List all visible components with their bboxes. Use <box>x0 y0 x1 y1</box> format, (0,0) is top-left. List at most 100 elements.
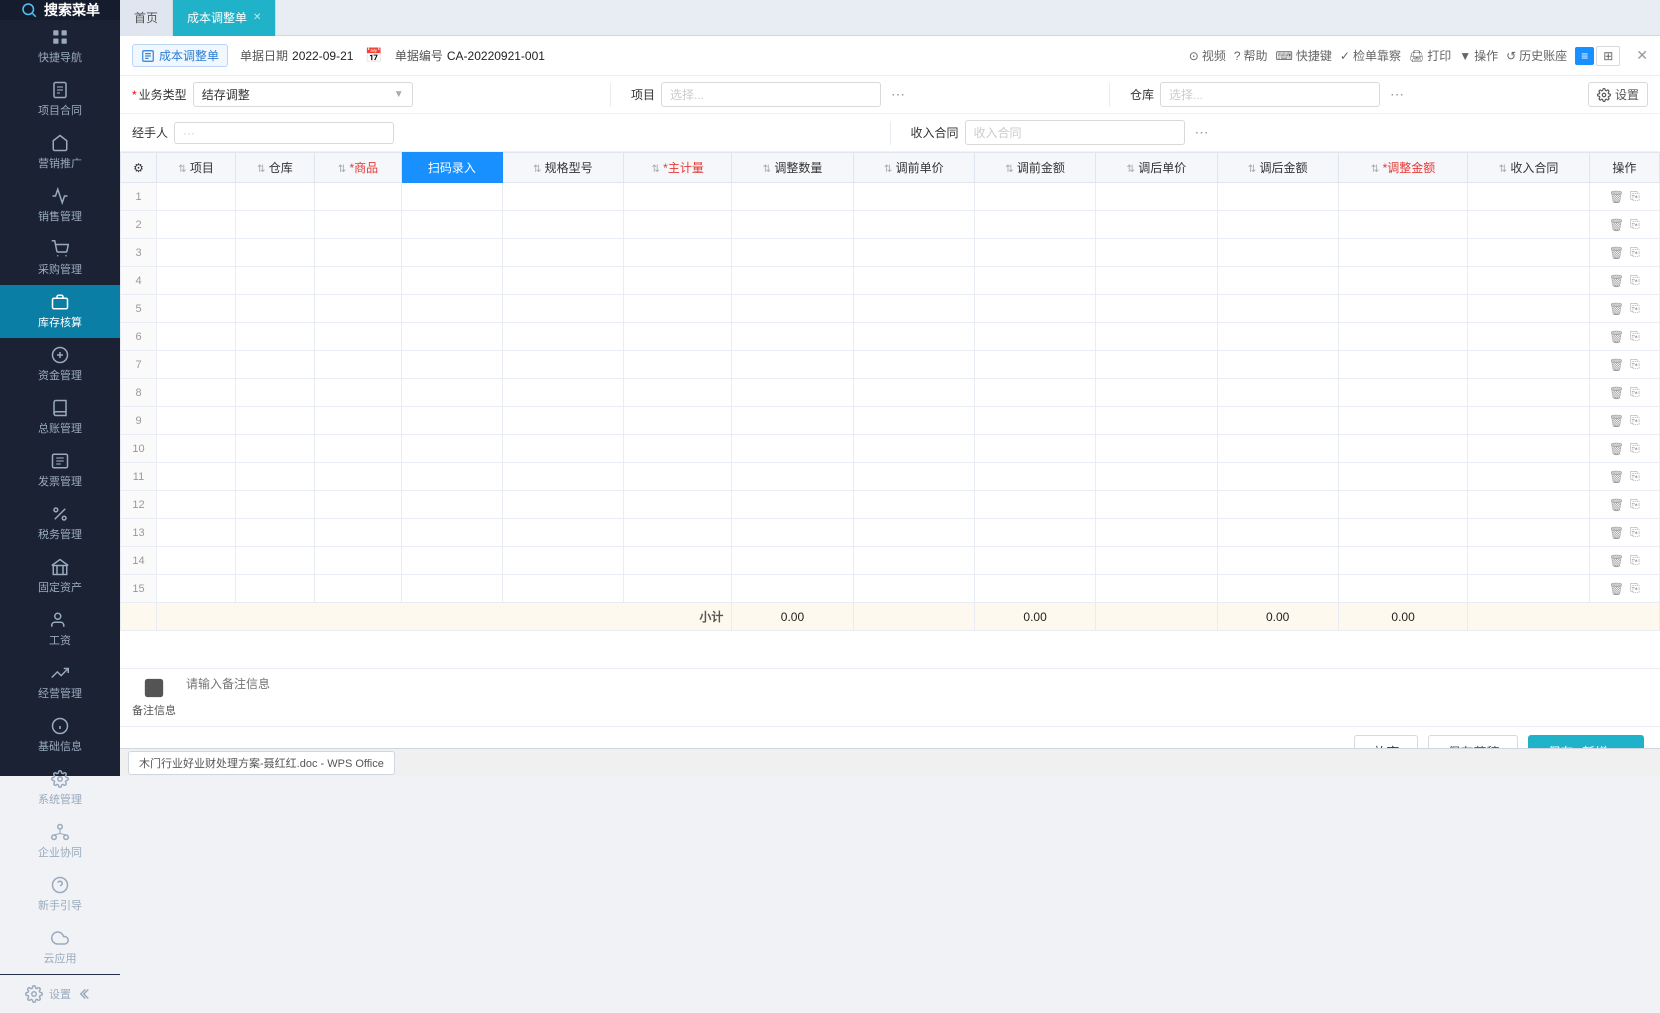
table-cell[interactable] <box>235 575 314 603</box>
table-cell[interactable] <box>732 211 853 239</box>
action-shortcut[interactable]: ⌨ 快捷键 <box>1276 47 1332 64</box>
table-cell[interactable] <box>853 463 974 491</box>
table-cell[interactable] <box>853 183 974 211</box>
table-cell[interactable] <box>402 575 503 603</box>
table-cell[interactable] <box>974 351 1095 379</box>
sidebar-item-project-contract[interactable]: 项目合同 <box>0 73 120 126</box>
table-cell[interactable] <box>402 267 503 295</box>
table-cell[interactable] <box>235 295 314 323</box>
table-cell[interactable] <box>1338 519 1468 547</box>
table-cell[interactable] <box>974 407 1095 435</box>
table-cell[interactable] <box>732 379 853 407</box>
table-cell[interactable] <box>974 323 1095 351</box>
table-cell[interactable] <box>1096 519 1217 547</box>
table-cell[interactable] <box>157 211 236 239</box>
table-cell[interactable] <box>623 183 731 211</box>
wps-taskbar-item[interactable]: 木门行业好业财处理方案-聂红红.doc - WPS Office <box>128 751 395 775</box>
delete-icon[interactable]: 🗑 <box>1609 302 1624 316</box>
table-cell[interactable] <box>157 491 236 519</box>
sidebar-item-operations[interactable]: 经营管理 <box>0 656 120 709</box>
table-cell[interactable] <box>1217 323 1338 351</box>
table-cell[interactable] <box>1096 435 1217 463</box>
copy-icon[interactable]: ⎘ <box>1630 553 1640 568</box>
table-cell[interactable] <box>1096 267 1217 295</box>
delete-icon[interactable]: 🗑 <box>1609 470 1624 484</box>
table-cell[interactable] <box>1468 183 1589 211</box>
table-cell[interactable] <box>502 379 623 407</box>
table-cell[interactable] <box>1096 295 1217 323</box>
table-cell[interactable] <box>502 575 623 603</box>
table-cell[interactable] <box>1338 267 1468 295</box>
copy-icon[interactable]: ⎘ <box>1630 217 1640 232</box>
copy-icon[interactable]: ⎘ <box>1630 273 1640 288</box>
sidebar-item-payroll[interactable]: 工资 <box>0 603 120 656</box>
table-cell[interactable] <box>502 351 623 379</box>
action-check[interactable]: ✓ 检单靠察 <box>1340 47 1401 64</box>
table-cell[interactable] <box>623 407 731 435</box>
table-cell[interactable] <box>1338 239 1468 267</box>
table-cell[interactable] <box>402 295 503 323</box>
delete-icon[interactable]: 🗑 <box>1609 190 1624 204</box>
table-cell[interactable] <box>853 519 974 547</box>
table-cell[interactable] <box>1217 183 1338 211</box>
table-cell[interactable] <box>1217 295 1338 323</box>
table-cell[interactable] <box>235 267 314 295</box>
table-cell[interactable] <box>732 351 853 379</box>
table-cell[interactable] <box>157 351 236 379</box>
table-cell[interactable] <box>502 211 623 239</box>
table-cell[interactable] <box>732 491 853 519</box>
table-cell[interactable] <box>1217 519 1338 547</box>
table-cell[interactable] <box>314 407 401 435</box>
table-cell[interactable] <box>402 379 503 407</box>
table-cell[interactable] <box>853 351 974 379</box>
table-cell[interactable] <box>1096 351 1217 379</box>
table-cell[interactable] <box>732 295 853 323</box>
table-cell[interactable] <box>157 379 236 407</box>
calendar-icon[interactable]: 📅 <box>365 47 382 64</box>
table-cell[interactable] <box>157 323 236 351</box>
table-cell[interactable] <box>732 267 853 295</box>
table-cell[interactable] <box>1468 435 1589 463</box>
table-cell[interactable] <box>314 491 401 519</box>
notes-input[interactable] <box>186 677 1648 691</box>
sidebar-item-basic-info[interactable]: 基础信息 <box>0 709 120 762</box>
table-cell[interactable] <box>157 407 236 435</box>
table-cell[interactable] <box>853 323 974 351</box>
table-cell[interactable] <box>1096 239 1217 267</box>
sidebar-item-enterprise[interactable]: 企业协同 <box>0 815 120 868</box>
table-cell[interactable] <box>974 295 1095 323</box>
table-cell[interactable] <box>402 183 503 211</box>
table-cell[interactable] <box>1468 463 1589 491</box>
table-cell[interactable] <box>314 183 401 211</box>
warehouse-input[interactable]: 选择... <box>1160 82 1380 107</box>
income-contract-more-icon[interactable]: ⋯ <box>1195 124 1209 141</box>
table-cell[interactable] <box>314 519 401 547</box>
table-cell[interactable] <box>235 379 314 407</box>
table-cell[interactable] <box>623 323 731 351</box>
table-cell[interactable] <box>623 351 731 379</box>
table-cell[interactable] <box>974 519 1095 547</box>
sidebar-item-sales[interactable]: 销售管理 <box>0 179 120 232</box>
delete-icon[interactable]: 🗑 <box>1609 442 1624 456</box>
table-cell[interactable] <box>402 463 503 491</box>
table-cell[interactable] <box>974 183 1095 211</box>
copy-icon[interactable]: ⎘ <box>1630 301 1640 316</box>
table-cell[interactable] <box>1217 267 1338 295</box>
table-cell[interactable] <box>157 267 236 295</box>
table-cell[interactable] <box>314 351 401 379</box>
delete-icon[interactable]: 🗑 <box>1609 246 1624 260</box>
table-cell[interactable] <box>157 295 236 323</box>
table-cell[interactable] <box>974 267 1095 295</box>
table-cell[interactable] <box>402 239 503 267</box>
delete-icon[interactable]: 🗑 <box>1609 498 1624 512</box>
table-cell[interactable] <box>1468 547 1589 575</box>
income-contract-input[interactable]: 收入合同 <box>965 120 1185 145</box>
sidebar-item-system[interactable]: 系统管理 <box>0 762 120 815</box>
table-cell[interactable] <box>502 407 623 435</box>
delete-icon[interactable]: 🗑 <box>1609 526 1624 540</box>
table-cell[interactable] <box>974 547 1095 575</box>
copy-icon[interactable]: ⎘ <box>1630 441 1640 456</box>
table-cell[interactable] <box>1096 183 1217 211</box>
table-cell[interactable] <box>502 491 623 519</box>
table-cell[interactable] <box>974 575 1095 603</box>
